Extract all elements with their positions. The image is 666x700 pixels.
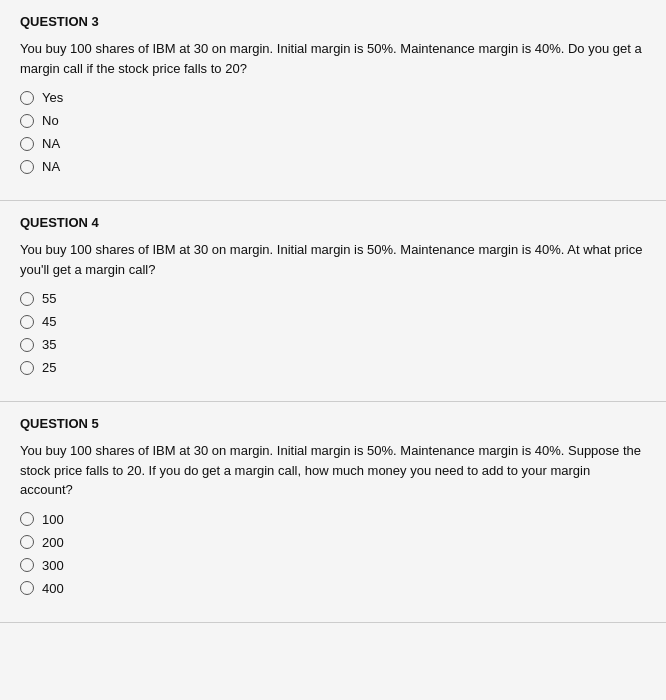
- radio-icon-5-1[interactable]: [20, 535, 34, 549]
- options-list-3: Yes No NA NA: [20, 90, 646, 174]
- option-label-5-3: 400: [42, 581, 64, 596]
- option-item-5-2[interactable]: 300: [20, 558, 646, 573]
- question-block-5: QUESTION 5 You buy 100 shares of IBM at 3…: [0, 402, 666, 623]
- radio-icon-5-3[interactable]: [20, 581, 34, 595]
- options-list-5: 100 200 300 400: [20, 512, 646, 596]
- question-block-4: QUESTION 4 You buy 100 shares of IBM at 3…: [0, 201, 666, 402]
- option-item-4-1[interactable]: 45: [20, 314, 646, 329]
- radio-icon-4-3[interactable]: [20, 361, 34, 375]
- radio-icon-5-2[interactable]: [20, 558, 34, 572]
- option-item-4-0[interactable]: 55: [20, 291, 646, 306]
- options-list-4: 55 45 35 25: [20, 291, 646, 375]
- option-label-5-1: 200: [42, 535, 64, 550]
- option-item-5-3[interactable]: 400: [20, 581, 646, 596]
- option-label-4-3: 25: [42, 360, 56, 375]
- option-item-4-3[interactable]: 25: [20, 360, 646, 375]
- radio-icon-4-1[interactable]: [20, 315, 34, 329]
- option-label-3-0: Yes: [42, 90, 63, 105]
- radio-icon-3-0[interactable]: [20, 91, 34, 105]
- option-label-4-2: 35: [42, 337, 56, 352]
- radio-icon-3-3[interactable]: [20, 160, 34, 174]
- question-label-3: QUESTION 3: [20, 14, 646, 29]
- option-label-4-0: 55: [42, 291, 56, 306]
- option-item-5-1[interactable]: 200: [20, 535, 646, 550]
- option-item-3-1[interactable]: No: [20, 113, 646, 128]
- option-label-4-1: 45: [42, 314, 56, 329]
- page-container: QUESTION 3 You buy 100 shares of IBM at 3…: [0, 0, 666, 700]
- radio-icon-3-1[interactable]: [20, 114, 34, 128]
- option-item-5-0[interactable]: 100: [20, 512, 646, 527]
- option-item-3-3[interactable]: NA: [20, 159, 646, 174]
- radio-icon-4-2[interactable]: [20, 338, 34, 352]
- radio-icon-5-0[interactable]: [20, 512, 34, 526]
- option-label-3-2: NA: [42, 136, 60, 151]
- radio-icon-3-2[interactable]: [20, 137, 34, 151]
- option-item-3-2[interactable]: NA: [20, 136, 646, 151]
- option-label-3-1: No: [42, 113, 59, 128]
- option-item-3-0[interactable]: Yes: [20, 90, 646, 105]
- question-label-5: QUESTION 5: [20, 416, 646, 431]
- option-label-5-2: 300: [42, 558, 64, 573]
- question-text-4: You buy 100 shares of IBM at 30 on margi…: [20, 240, 646, 279]
- question-text-3: You buy 100 shares of IBM at 30 on margi…: [20, 39, 646, 78]
- option-item-4-2[interactable]: 35: [20, 337, 646, 352]
- option-label-5-0: 100: [42, 512, 64, 527]
- question-block-3: QUESTION 3 You buy 100 shares of IBM at 3…: [0, 0, 666, 201]
- question-text-5: You buy 100 shares of IBM at 30 on margi…: [20, 441, 646, 500]
- option-label-3-3: NA: [42, 159, 60, 174]
- radio-icon-4-0[interactable]: [20, 292, 34, 306]
- question-label-4: QUESTION 4: [20, 215, 646, 230]
